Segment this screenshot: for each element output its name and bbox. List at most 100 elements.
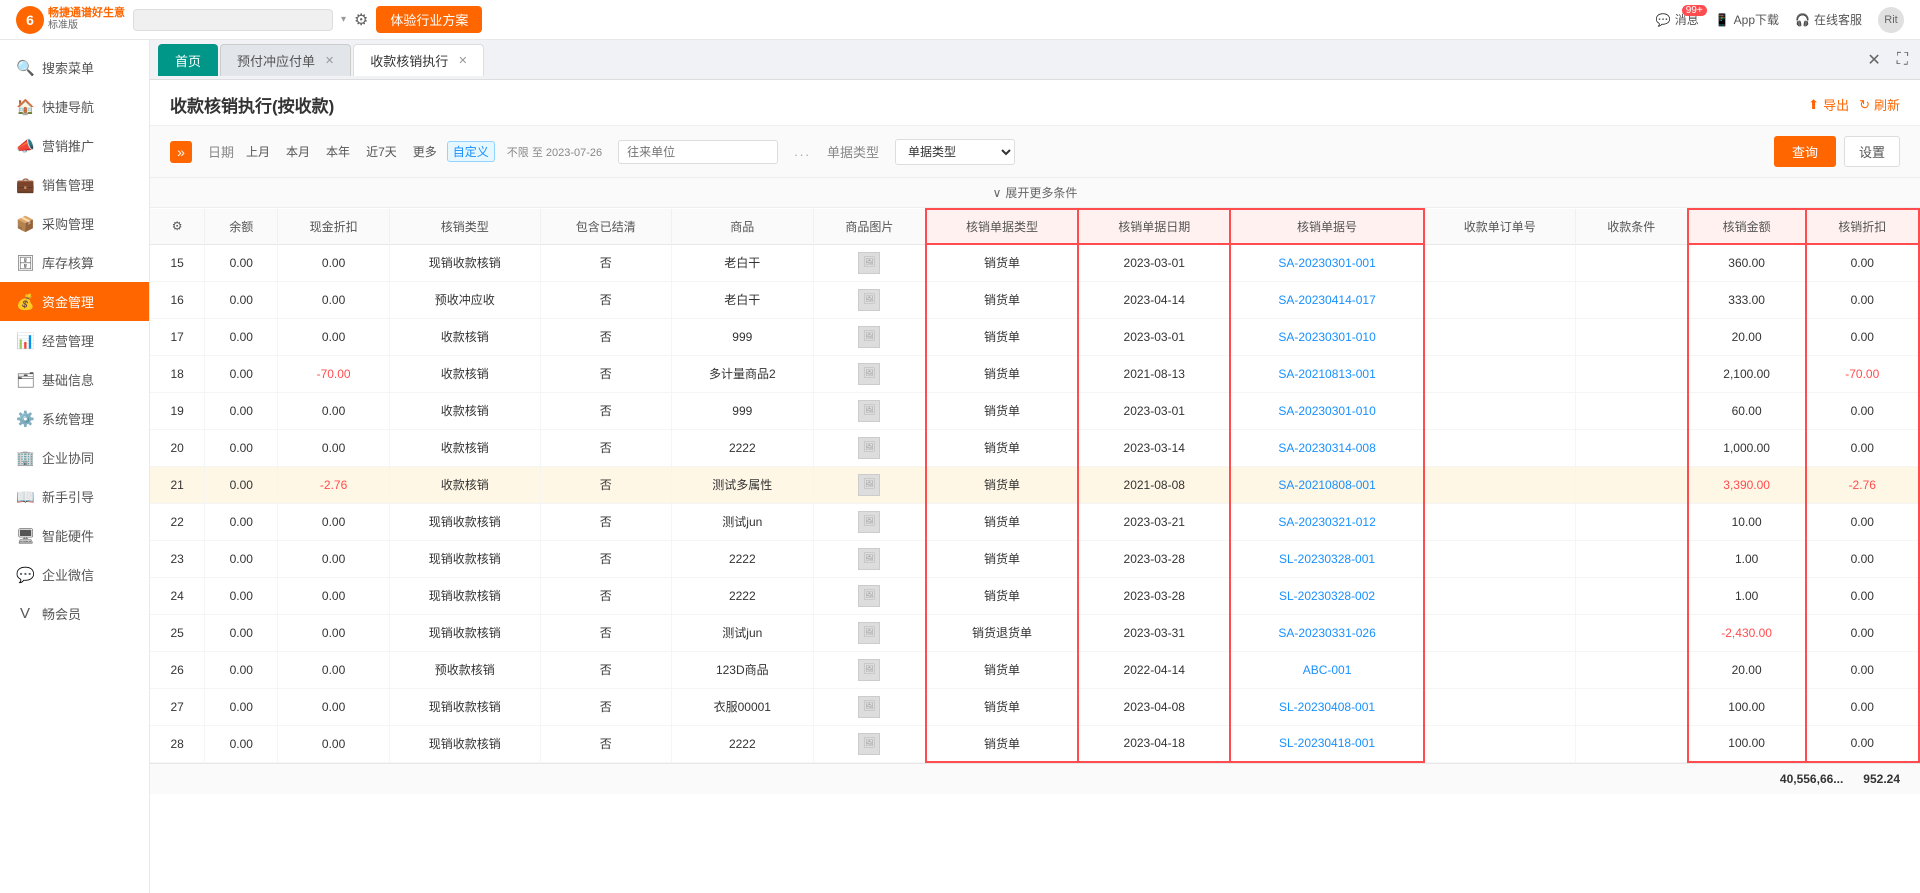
settings-button[interactable]: 设置 [1844, 136, 1900, 167]
sidebar-item-marketing[interactable]: 📣 营销推广 [0, 126, 149, 165]
cell-verify-no: SA-20230321-012 [1230, 503, 1423, 540]
verify-no-link[interactable]: SA-20230301-010 [1278, 330, 1375, 344]
sidebar-item-basic[interactable]: 🗂 基础信息 [0, 360, 149, 399]
sidebar-item-quicknav[interactable]: 🏠 快捷导航 [0, 87, 149, 126]
filter-doctype-select[interactable]: 单据类型 [895, 139, 1015, 165]
sidebar-item-business[interactable]: 📊 经营管理 [0, 321, 149, 360]
export-button[interactable]: ⬆ 导出 [1808, 95, 1849, 114]
tab-home[interactable]: 首页 [158, 44, 218, 76]
cell-verify-no: SL-20230328-002 [1230, 577, 1423, 614]
home-icon: 🏠 [16, 98, 34, 116]
filter-date-range: 不限 至 2023-07-26 [507, 144, 602, 160]
cell-verify-type: 现销收款核销 [389, 688, 540, 725]
page-header: 收款核销执行(按收款) ⬆ 导出 ↻ 刷新 [150, 80, 1920, 126]
message-button[interactable]: 💬 消息 99+ [1656, 11, 1699, 28]
wechat-icon: 💬 [16, 566, 34, 584]
table-header-row: ⚙ 余额 现金折扣 核销类型 包含已结清 商品 商品图片 核销单据类型 核销单据… [150, 209, 1919, 244]
verify-no-link[interactable]: SA-20230321-012 [1278, 515, 1375, 529]
tab-prepay[interactable]: 预付冲应付单 ✕ [220, 44, 351, 76]
cell-goods-img: 🖼 [813, 466, 926, 503]
app-download-button[interactable]: 📱 App下载 [1715, 11, 1779, 28]
cell-goods-img: 🖼 [813, 318, 926, 355]
verify-no-link[interactable]: SA-20210813-001 [1278, 367, 1375, 381]
cell-verify-doc-type: 销货单 [926, 355, 1078, 392]
gear-icon[interactable]: ⚙ [354, 10, 368, 30]
cell-verify-amount: 10.00 [1688, 503, 1806, 540]
cell-verify-no: SA-20230301-010 [1230, 318, 1423, 355]
refresh-icon: ↻ [1859, 97, 1870, 113]
sidebar-item-finance[interactable]: 💰 资金管理 [0, 282, 149, 321]
query-button[interactable]: 查询 [1774, 136, 1836, 167]
expand-window-button[interactable]: ⛶ [1893, 46, 1912, 74]
sidebar-item-purchase[interactable]: 📦 采购管理 [0, 204, 149, 243]
industry-button[interactable]: 体验行业方案 [376, 6, 482, 33]
cell-verify-no: SA-20230314-008 [1230, 429, 1423, 466]
filter-this-month[interactable]: 本月 [280, 141, 316, 162]
filter-dots: ... [794, 144, 811, 159]
home-tab-label: 首页 [175, 51, 201, 70]
filter-more[interactable]: 更多 [407, 141, 443, 162]
cell-balance: 0.00 [205, 651, 278, 688]
sidebar-item-vip[interactable]: V 畅会员 [0, 594, 149, 633]
table-row: 15 0.00 0.00 现销收款核销 否 老白干 🖼 销货单 2023-03-… [150, 244, 1919, 281]
col-cash-discount: 现金折扣 [278, 209, 390, 244]
verify-no-link[interactable]: ABC-001 [1303, 663, 1352, 677]
sidebar-item-enterprise[interactable]: 🏢 企业协同 [0, 438, 149, 477]
cell-goods-img: 🖼 [813, 614, 926, 651]
cell-verify-date: 2022-04-14 [1078, 651, 1230, 688]
verify-no-link[interactable]: SA-20230301-010 [1278, 404, 1375, 418]
filter-custom[interactable]: 自定义 [447, 141, 495, 162]
sidebar-item-system[interactable]: ⚙️ 系统管理 [0, 399, 149, 438]
app-icon: 📱 [1715, 13, 1730, 27]
url-bar[interactable] [133, 9, 333, 31]
verify-no-link[interactable]: SA-20210808-001 [1278, 478, 1375, 492]
verify-no-link[interactable]: SA-20230331-026 [1278, 626, 1375, 640]
table-row: 18 0.00 -70.00 收款核销 否 多计量商品2 🖼 销货单 2021-… [150, 355, 1919, 392]
col-include-settled: 包含已结清 [540, 209, 671, 244]
filter-expand-button[interactable]: » [170, 141, 192, 163]
online-service-button[interactable]: 🎧 在线客服 [1795, 11, 1862, 28]
filter-this-year[interactable]: 本年 [320, 141, 356, 162]
verify-no-link[interactable]: SA-20230314-008 [1278, 441, 1375, 455]
receivable-tab-close-icon[interactable]: ✕ [458, 54, 467, 67]
sidebar-item-search[interactable]: 🔍 搜索菜单 [0, 48, 149, 87]
expand-more-label: 展开更多条件 [1005, 184, 1077, 201]
filter-last-month[interactable]: 上月 [240, 141, 276, 162]
close-window-button[interactable]: ✕ [1863, 46, 1884, 74]
refresh-button[interactable]: ↻ 刷新 [1859, 95, 1900, 114]
col-verify-discount: 核销折扣 [1806, 209, 1920, 244]
verify-no-link[interactable]: SL-20230328-001 [1279, 552, 1375, 566]
cell-verify-amount: -2,430.00 [1688, 614, 1806, 651]
cell-goods: 2222 [671, 540, 813, 577]
cell-balance: 0.00 [205, 392, 278, 429]
sidebar-item-sales[interactable]: 💼 销售管理 [0, 165, 149, 204]
user-avatar[interactable]: Rit [1878, 7, 1904, 33]
cell-include-settled: 否 [540, 577, 671, 614]
cell-verify-amount: 100.00 [1688, 688, 1806, 725]
filter-date-group: 日期 上月 本月 本年 近7天 更多 自定义 不限 至 2023-07-26 [208, 141, 602, 162]
cell-rownum: 16 [150, 281, 205, 318]
sidebar-item-inventory[interactable]: 🗄 库存核算 [0, 243, 149, 282]
cell-receive-cond [1575, 614, 1688, 651]
chevron-down-icon[interactable]: ▾ [341, 14, 346, 25]
cell-verify-discount: -2.76 [1806, 466, 1920, 503]
verify-no-link[interactable]: SL-20230418-001 [1279, 736, 1375, 750]
cell-goods-img: 🖼 [813, 355, 926, 392]
cell-verify-date: 2023-03-28 [1078, 540, 1230, 577]
cell-verify-type: 收款核销 [389, 466, 540, 503]
prepay-tab-close-icon[interactable]: ✕ [325, 54, 334, 67]
sidebar-item-wechat[interactable]: 💬 企业微信 [0, 555, 149, 594]
cell-verify-amount: 20.00 [1688, 318, 1806, 355]
sidebar-item-hardware[interactable]: 🖥 智能硬件 [0, 516, 149, 555]
verify-no-link[interactable]: SA-20230414-017 [1278, 293, 1375, 307]
filter-7days[interactable]: 近7天 [360, 141, 403, 162]
tab-receivable[interactable]: 收款核销执行 ✕ [353, 44, 484, 76]
system-icon: ⚙️ [16, 410, 34, 428]
expand-more-button[interactable]: ∨ 展开更多条件 [993, 184, 1078, 201]
verify-no-link[interactable]: SA-20230301-001 [1278, 256, 1375, 270]
sidebar-item-guide[interactable]: 📖 新手引导 [0, 477, 149, 516]
verify-no-link[interactable]: SL-20230328-002 [1279, 589, 1375, 603]
cell-cash-discount: -2.76 [278, 466, 390, 503]
filter-partner-input[interactable] [618, 140, 778, 164]
verify-no-link[interactable]: SL-20230408-001 [1279, 700, 1375, 714]
